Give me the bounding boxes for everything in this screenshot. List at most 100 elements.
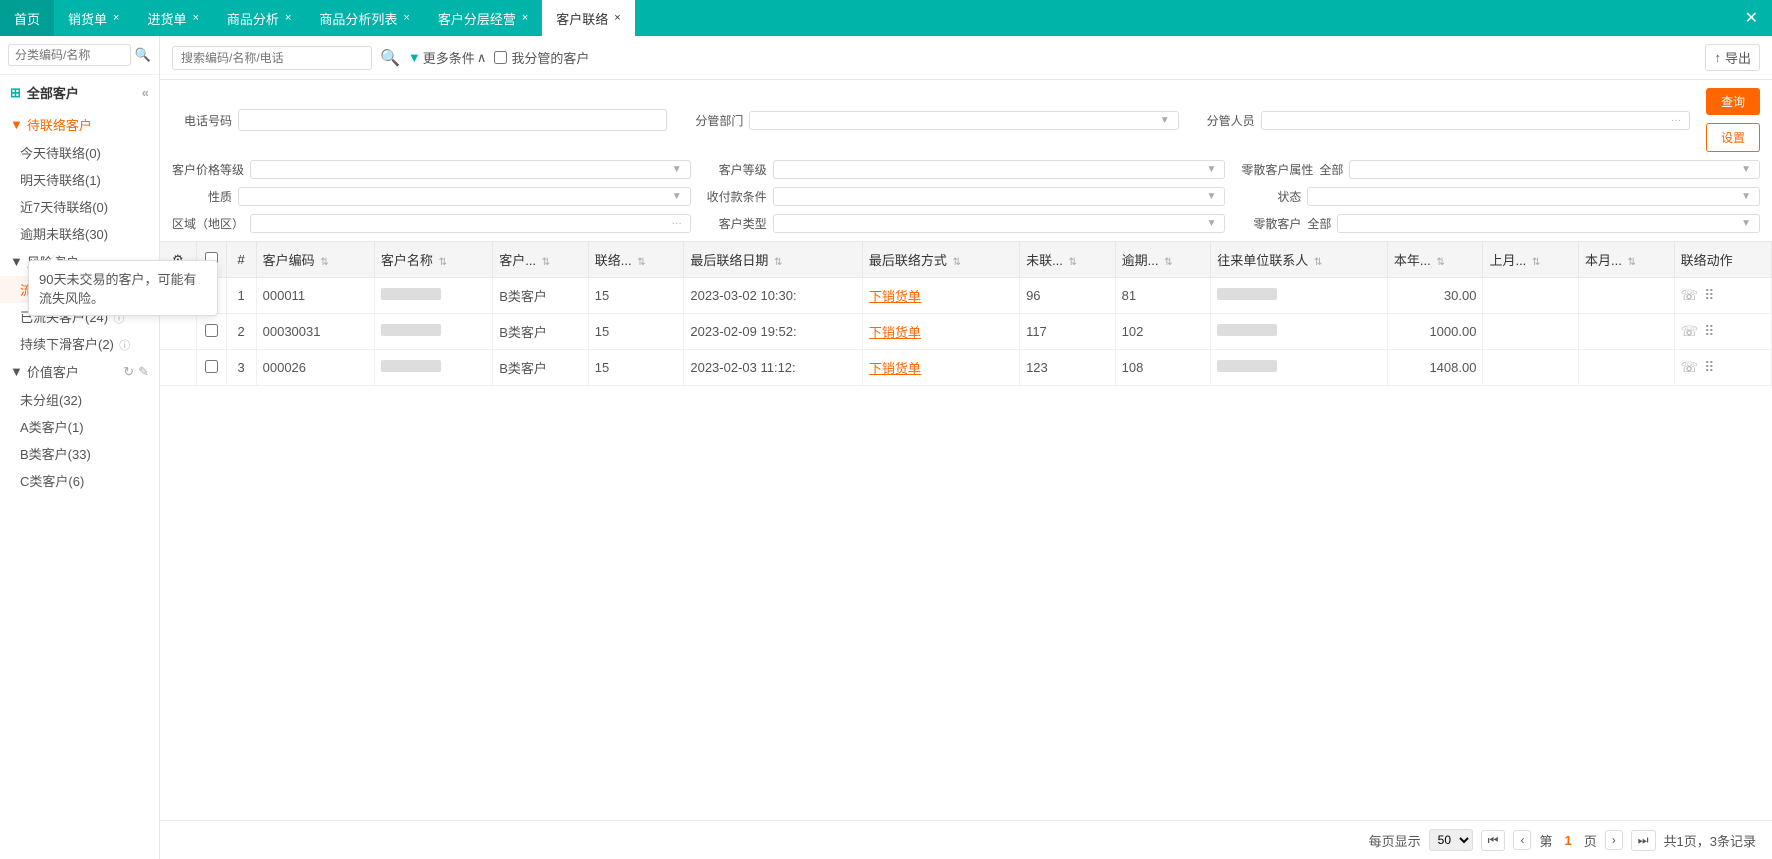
sidebar-item-tomorrow[interactable]: 明天待联络(1) [0, 166, 159, 193]
th-last-month[interactable]: 上月... ⇅ [1483, 242, 1579, 278]
tab-product-analysis[interactable]: 商品分析 × [213, 0, 305, 36]
tab-customer-contact-close-icon[interactable]: × [614, 12, 620, 24]
td-uncontacted-3: 123 [1020, 350, 1116, 386]
next-page-button[interactable]: › [1605, 830, 1623, 850]
window-close-button[interactable]: ✕ [1731, 8, 1772, 28]
th-last-contact-date[interactable]: 最后联络日期 ⇅ [684, 242, 863, 278]
sidebar-item-a-class[interactable]: A类客户(1) [0, 413, 159, 440]
query-button[interactable]: 查询 [1706, 88, 1760, 115]
tab-product-list[interactable]: 商品分析列表 × [305, 0, 423, 36]
filter-search-input[interactable] [172, 46, 372, 70]
th-type[interactable]: 客户... ⇅ [493, 242, 589, 278]
filter-gender-select[interactable]: ▼ [238, 187, 691, 206]
th-contact[interactable]: 联络... ⇅ [588, 242, 684, 278]
filter-zero-customer-label: 零散客户 [1241, 215, 1301, 232]
filter-payment-select[interactable]: ▼ [773, 187, 1226, 206]
th-uncontacted[interactable]: 未联... ⇅ [1020, 242, 1116, 278]
last-page-button[interactable]: ⏭ [1631, 830, 1656, 851]
th-name[interactable]: 客户名称 ⇅ [374, 242, 492, 278]
tab-customer-tier-close-icon[interactable]: × [522, 12, 528, 24]
td-last-method-link-1[interactable]: 下销货单 [869, 289, 921, 304]
filter-status-select[interactable]: ▼ [1307, 187, 1760, 206]
tab-sales-close-icon[interactable]: × [113, 12, 119, 24]
tab-sales-order[interactable]: 销货单 × [54, 0, 133, 36]
filter-search-button[interactable]: 🔍 [380, 48, 400, 68]
td-last-date-1: 2023-03-02 10:30: [684, 278, 863, 314]
action-more-icon-1[interactable]: ⠿ [1704, 287, 1714, 304]
more-conditions-button[interactable]: ▼ 更多条件 ∧ [408, 48, 486, 67]
sidebar-item-overdue[interactable]: 逾期未联络(30) [0, 220, 159, 247]
risk-arrow-icon: ▼ [10, 254, 23, 269]
tab-customer-contact[interactable]: 客户联络 × [542, 0, 634, 36]
td-last-method-1[interactable]: 下销货单 [862, 278, 1019, 314]
filter-price-level-select[interactable]: ▼ [250, 160, 691, 179]
value-edit-icon[interactable]: ✎ [138, 364, 149, 380]
tab-customer-tier[interactable]: 客户分层经营 × [424, 0, 542, 36]
filter-phone-input[interactable] [238, 109, 667, 131]
sidebar-group-value[interactable]: ▼ 价值客户 ↻ ✎ [0, 357, 159, 386]
sidebar-item-ungroup[interactable]: 未分组(32) [0, 386, 159, 413]
tab-purchase-order[interactable]: 进货单 × [133, 0, 212, 36]
row-3-checkbox[interactable] [205, 360, 218, 373]
th-overdue[interactable]: 逾期... ⇅ [1115, 242, 1211, 278]
tab-product-list-close-icon[interactable]: × [403, 12, 409, 24]
action-phone-icon-2[interactable]: ☏ [1681, 323, 1699, 340]
price-level-chevron-icon: ▼ [672, 164, 682, 175]
export-button[interactable]: ↑ 导出 [1705, 44, 1760, 71]
my-customers-checkbox-label[interactable]: 我分管的客户 [494, 48, 589, 67]
action-more-icon-3[interactable]: ⠿ [1704, 359, 1714, 376]
th-this-month[interactable]: 本月... ⇅ [1579, 242, 1675, 278]
prev-page-button[interactable]: ‹ [1513, 830, 1531, 850]
filter-zero-attr-select[interactable]: ▼ [1349, 160, 1760, 179]
td-last-method-link-3[interactable]: 下销货单 [869, 361, 921, 376]
action-phone-icon-3[interactable]: ☏ [1681, 359, 1699, 376]
sidebar-item-declining[interactable]: 持续下滑客户(2) ⓘ [0, 330, 159, 357]
row-2-checkbox[interactable] [205, 324, 218, 337]
sidebar-search-area: 🔍 [0, 36, 159, 75]
sidebar-collapse-icon[interactable]: « [142, 85, 149, 100]
tab-purchase-close-icon[interactable]: × [192, 12, 198, 24]
sidebar-item-today[interactable]: 今天待联络(0) [0, 139, 159, 166]
th-last-contact-method-label: 最后联络方式 [869, 253, 947, 268]
td-last-month-3 [1483, 350, 1579, 386]
first-page-button[interactable]: ⏮ [1481, 830, 1506, 851]
filter-customer-level-select[interactable]: ▼ [773, 160, 1226, 179]
per-page-label: 每页显示 [1369, 831, 1421, 850]
sidebar: 🔍 ⊞ 全部客户 « ▼ 待联络客户 今天待联络(0) 明天待联络(1) 近7天… [0, 36, 160, 859]
sidebar-group-pending[interactable]: ▼ 待联络客户 [0, 110, 159, 139]
th-last-contact-method[interactable]: 最后联络方式 ⇅ [862, 242, 1019, 278]
settings-button[interactable]: 设置 [1706, 123, 1760, 152]
my-customers-checkbox[interactable] [494, 51, 507, 64]
td-last-method-link-2[interactable]: 下销货单 [869, 325, 921, 340]
td-checkbox-2[interactable] [196, 314, 226, 350]
th-this-year[interactable]: 本年... ⇅ [1387, 242, 1483, 278]
filter-department-select[interactable]: ▼ [749, 111, 1178, 130]
action-more-icon-2[interactable]: ⠿ [1704, 323, 1714, 340]
tab-product-analysis-close-icon[interactable]: × [285, 12, 291, 24]
sidebar-search-input[interactable] [8, 44, 131, 66]
filter-region-select[interactable]: ··· [250, 214, 691, 233]
filter-zero-customer-select[interactable]: ▼ [1337, 214, 1760, 233]
sidebar-item-c-class[interactable]: C类客户(6) [0, 467, 159, 494]
td-last-method-3[interactable]: 下销货单 [862, 350, 1019, 386]
td-last-method-2[interactable]: 下销货单 [862, 314, 1019, 350]
action-phone-icon-1[interactable]: ☏ [1681, 287, 1699, 304]
th-action-label: 联络动作 [1681, 253, 1733, 268]
sidebar-search-icon[interactable]: 🔍 [135, 47, 151, 63]
sidebar-all-customers[interactable]: ⊞ 全部客户 « [0, 75, 159, 110]
filter-bar: 🔍 ▼ 更多条件 ∧ 我分管的客户 ↑ 导出 [160, 36, 1772, 80]
th-code[interactable]: 客户编码 ⇅ [256, 242, 374, 278]
filter-customer-type-select[interactable]: ▼ [773, 214, 1226, 233]
th-unit-contact[interactable]: 往来单位联系人 ⇅ [1211, 242, 1388, 278]
value-refresh-icon[interactable]: ↻ [123, 364, 134, 380]
content-area: 🔍 ▼ 更多条件 ∧ 我分管的客户 ↑ 导出 电话号码 [160, 36, 1772, 859]
th-overdue-sort-icon: ⇅ [1164, 257, 1172, 268]
sidebar-item-b-class[interactable]: B类客户(33) [0, 440, 159, 467]
per-page-select[interactable]: 50 [1429, 829, 1473, 851]
th-last-month-label: 上月... [1489, 253, 1526, 268]
td-checkbox-3[interactable] [196, 350, 226, 386]
export-icon: ↑ [1714, 50, 1721, 65]
tab-home[interactable]: 首页 [0, 0, 54, 36]
sidebar-item-7days[interactable]: 近7天待联络(0) [0, 193, 159, 220]
filter-staff-select[interactable]: ··· [1261, 111, 1690, 130]
